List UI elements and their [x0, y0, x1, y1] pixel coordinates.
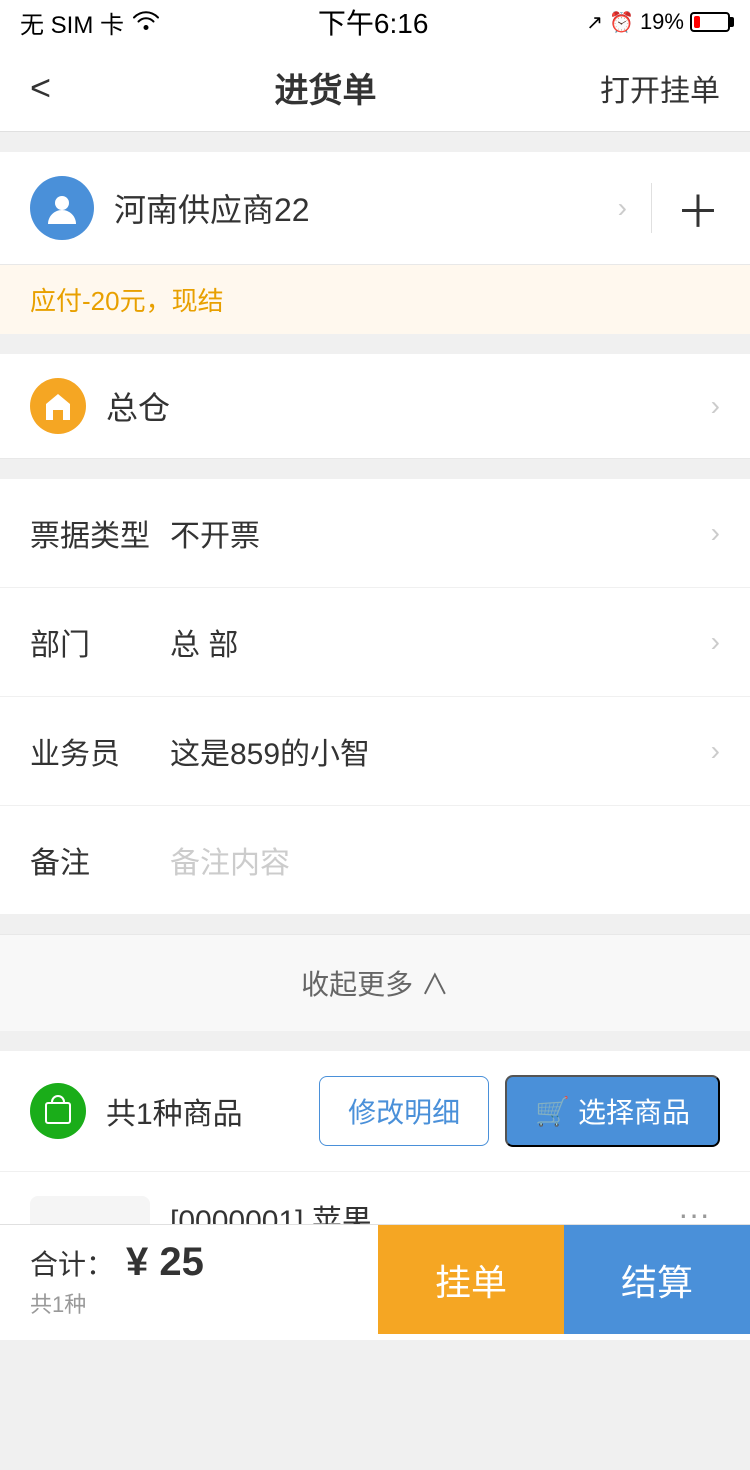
warehouse-row[interactable]: 总仓 › [0, 354, 750, 459]
total-sub: 共1种 [30, 1287, 348, 1319]
invoice-type-value: 不开票 [170, 511, 711, 555]
salesperson-row[interactable]: 业务员 这是859的小智 › [0, 697, 750, 806]
warehouse-icon [30, 378, 86, 434]
total-label-row: 合计： ¥ 25 [30, 1240, 348, 1285]
department-label: 部门 [30, 620, 170, 664]
bottom-spacer [0, 1340, 750, 1470]
page-title: 进货单 [275, 63, 377, 112]
collapse-label: 收起更多 ∧ [301, 969, 449, 1000]
back-button[interactable]: < [30, 67, 51, 109]
nav-bar: < 进货单 打开挂单 [0, 44, 750, 132]
status-time: 下午6:16 [318, 2, 429, 42]
select-product-label: 选择商品 [578, 1091, 690, 1131]
remark-label: 备注 [30, 838, 170, 882]
supplier-row[interactable]: 河南供应商22 › ＋ [0, 152, 750, 265]
battery-icon [690, 12, 730, 32]
warning-banner: 应付-20元，现结 [0, 265, 750, 334]
collapse-button[interactable]: 收起更多 ∧ [0, 934, 750, 1031]
supplier-name: 河南供应商22 [114, 185, 618, 231]
supplier-section: 河南供应商22 › ＋ 应付-20元，现结 [0, 152, 750, 334]
warehouse-chevron-icon: › [711, 390, 720, 422]
invoice-type-label: 票据类型 [30, 511, 170, 555]
remark-placeholder: 备注内容 [170, 838, 720, 882]
form-section: 票据类型 不开票 › 部门 总 部 › 业务员 这是859的小智 › 备注 备注… [0, 479, 750, 914]
vertical-divider [651, 183, 652, 233]
total-amount: ¥ 25 [126, 1240, 204, 1285]
battery-fill [694, 16, 700, 28]
product-header: 共1种商品 修改明细 🛒 选择商品 [0, 1051, 750, 1172]
invoice-type-chevron: › [711, 517, 720, 549]
alarm-icon: ⏰ [609, 10, 634, 35]
select-product-button[interactable]: 🛒 选择商品 [505, 1075, 720, 1147]
status-left: 无 SIM 卡 [20, 5, 160, 40]
warehouse-name: 总仓 [106, 383, 711, 429]
wifi-icon [132, 8, 160, 37]
bottom-bar: 合计： ¥ 25 共1种 挂单 结算 [0, 1224, 750, 1334]
location-icon: ↗ [586, 10, 603, 35]
salesperson-label: 业务员 [30, 729, 170, 773]
supplier-avatar [30, 176, 94, 240]
checkout-button[interactable]: 结算 [564, 1225, 750, 1334]
product-count: 共1种商品 [106, 1089, 319, 1133]
carrier-text: 无 SIM 卡 [20, 5, 124, 40]
department-value: 总 部 [170, 620, 711, 664]
department-row[interactable]: 部门 总 部 › [0, 588, 750, 697]
total-section: 合计： ¥ 25 共1种 [0, 1225, 378, 1334]
invoice-type-row[interactable]: 票据类型 不开票 › [0, 479, 750, 588]
checkout-label: 结算 [621, 1254, 693, 1306]
remark-row[interactable]: 备注 备注内容 [0, 806, 750, 914]
battery-percent: 19% [640, 9, 684, 35]
status-right: ↗ ⏰ 19% [586, 9, 730, 35]
section-gap-1 [0, 132, 750, 152]
department-chevron: › [711, 626, 720, 658]
salesperson-chevron: › [711, 735, 720, 767]
hang-button[interactable]: 挂单 [378, 1225, 564, 1334]
add-supplier-button[interactable]: ＋ [676, 176, 720, 240]
supplier-chevron-icon: › [618, 192, 627, 224]
product-icon [30, 1083, 86, 1139]
status-bar: 无 SIM 卡 下午6:16 ↗ ⏰ 19% [0, 0, 750, 44]
open-hang-button[interactable]: 打开挂单 [600, 66, 720, 110]
cart-icon: 🛒 [535, 1095, 570, 1128]
total-label: 合计： [30, 1243, 114, 1283]
hang-label: 挂单 [435, 1254, 507, 1306]
edit-detail-button[interactable]: 修改明细 [319, 1076, 489, 1146]
salesperson-value: 这是859的小智 [170, 729, 711, 773]
